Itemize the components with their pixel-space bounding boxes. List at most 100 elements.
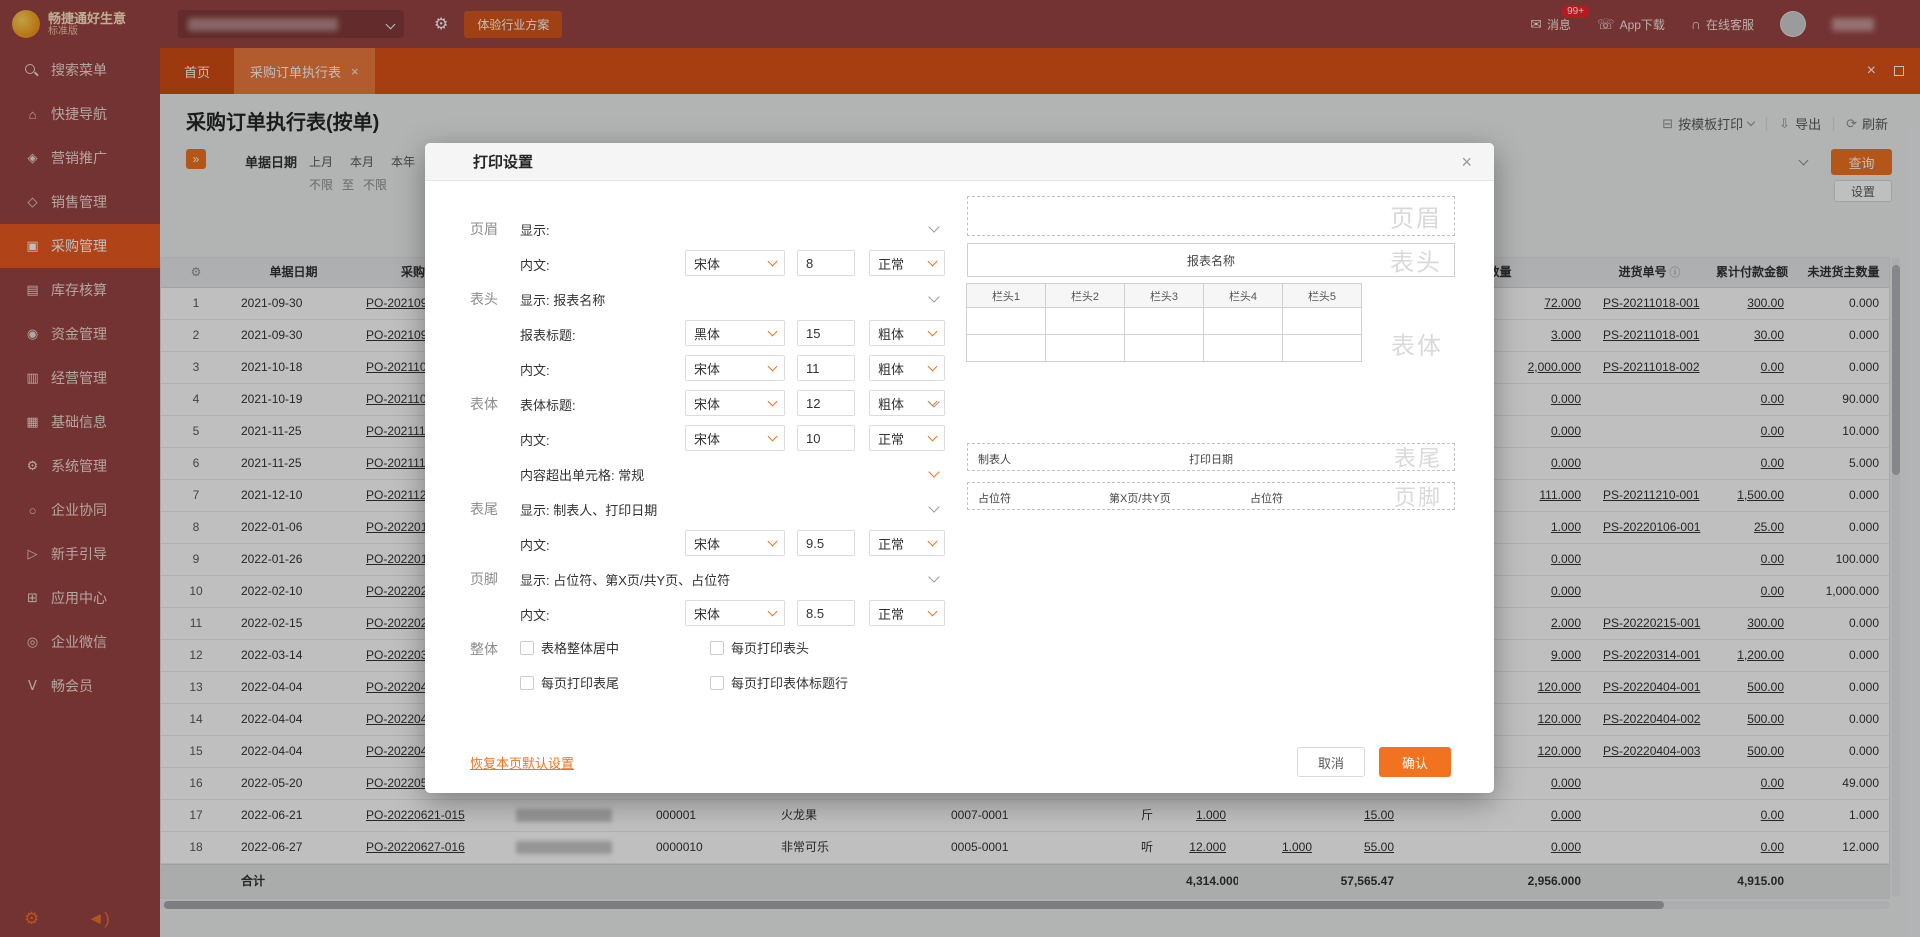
collapse-chevron-icon[interactable] xyxy=(928,571,940,583)
preview-column-header: 栏头2 xyxy=(1045,283,1125,308)
preview-empty-cell xyxy=(966,334,1046,362)
preview-page-info: 第X页/共Y页 xyxy=(1109,493,1171,505)
body-text-label: 内文: xyxy=(520,608,550,623)
collapse-chevron-icon[interactable] xyxy=(928,291,940,303)
font-select[interactable]: 宋体 xyxy=(685,355,785,381)
preview-empty-cell xyxy=(1124,307,1204,335)
checkbox-icon xyxy=(520,675,534,690)
collapse-chevron-icon[interactable] xyxy=(928,501,940,513)
chevron-down-icon xyxy=(767,606,778,616)
preview-empty-cell xyxy=(1045,307,1125,335)
checkbox-print-footer-each-page[interactable]: 每页打印表尾 xyxy=(520,673,619,692)
chevron-down-icon xyxy=(927,431,938,441)
chevron-down-icon xyxy=(927,361,938,371)
font-weight-select[interactable]: 粗体 xyxy=(869,320,945,346)
font-weight-select[interactable]: 正常 xyxy=(869,600,945,626)
overflow-mode-label[interactable]: 内容超出单元格: 常规 xyxy=(520,465,644,484)
body-text-label: 内文: xyxy=(520,258,550,273)
font-select[interactable]: 宋体 xyxy=(685,250,785,276)
dialog-footer: 恢复本页默认设置 取消 确认 xyxy=(470,747,1451,777)
checkbox-center-table[interactable]: 表格整体居中 xyxy=(520,638,619,657)
chevron-down-icon[interactable] xyxy=(928,466,940,478)
section-label-table-header: 表头 xyxy=(470,291,498,307)
font-size-input[interactable]: 8 xyxy=(797,250,855,276)
font-size-input[interactable]: 11 xyxy=(797,355,855,381)
preview-empty-cell xyxy=(1203,334,1283,362)
font-select[interactable]: 宋体 xyxy=(685,530,785,556)
font-select[interactable]: 宋体 xyxy=(685,390,785,416)
app-root: 畅捷通好生意 标准版 ⚙ 体验行业方案 ✉ 消息 99+ ☏ App下载 ∩ 在… xyxy=(0,0,1920,937)
section-label-overall: 整体 xyxy=(470,641,498,657)
font-size-input[interactable]: 8.5 xyxy=(797,600,855,626)
body-text-label: 内文: xyxy=(520,538,550,553)
table-body-watermark: 表体 xyxy=(1391,333,1443,360)
section-label-table-body: 表体 xyxy=(470,396,498,412)
preview-column-header: 栏头3 xyxy=(1124,283,1204,308)
checkbox-print-header-each-page[interactable]: 每页打印表头 xyxy=(710,638,809,657)
preview-empty-cell xyxy=(1282,334,1362,362)
section-label-page-header: 页眉 xyxy=(470,221,498,237)
preview-grid-header-row: 栏头1 栏头2 栏头3 栏头4 栏头5 xyxy=(966,283,1455,308)
preview-empty-cell xyxy=(1282,307,1362,335)
report-title-label: 报表标题: xyxy=(520,328,576,343)
collapse-chevron-icon[interactable] xyxy=(928,221,940,233)
display-label: 显示: 占位符、第X页/共Y页、占位符 xyxy=(520,573,731,588)
font-weight-select[interactable]: 正常 xyxy=(869,530,945,556)
chevron-down-icon xyxy=(767,256,778,266)
page-header-watermark: 页眉 xyxy=(1390,205,1442,233)
reset-defaults-link[interactable]: 恢复本页默认设置 xyxy=(470,753,574,772)
preview-page-header-zone: 页眉 xyxy=(967,196,1455,236)
preview-empty-cell xyxy=(1045,334,1125,362)
chevron-down-icon xyxy=(767,396,778,406)
confirm-button[interactable]: 确认 xyxy=(1379,747,1451,777)
checkbox-icon xyxy=(710,640,724,655)
table-footer-watermark: 表尾 xyxy=(1393,446,1442,471)
cancel-button[interactable]: 取消 xyxy=(1297,747,1365,777)
body-text-label: 内文: xyxy=(520,433,550,448)
preview-table-footer-zone: 制表人 打印日期 表尾 xyxy=(967,443,1455,471)
font-select[interactable]: 宋体 xyxy=(685,425,785,451)
preview-report-name: 报表名称 xyxy=(1186,253,1235,268)
font-weight-select[interactable]: 正常 xyxy=(869,250,945,276)
preview-page-footer-zone: 占位符 第X页/共Y页 占位符 页脚 xyxy=(967,482,1455,510)
checkbox-icon xyxy=(710,675,724,690)
font-size-input[interactable]: 12 xyxy=(797,390,855,416)
preview-table-body-zone: 栏头1 栏头2 栏头3 栏头4 栏头5 表体 xyxy=(966,283,1455,404)
preview-placeholder-left: 占位符 xyxy=(978,493,1011,505)
preview-column-header: 栏头1 xyxy=(966,283,1046,308)
font-size-input[interactable]: 9.5 xyxy=(797,530,855,556)
checkbox-icon xyxy=(520,640,534,655)
page-footer-watermark: 页脚 xyxy=(1393,485,1442,510)
chevron-down-icon xyxy=(767,431,778,441)
font-weight-select[interactable]: 正常 xyxy=(869,425,945,451)
font-size-input[interactable]: 15 xyxy=(797,320,855,346)
checkbox-print-body-title-each-page[interactable]: 每页打印表体标题行 xyxy=(710,673,848,692)
chevron-down-icon xyxy=(767,361,778,371)
preview-column-header: 栏头4 xyxy=(1203,283,1283,308)
dialog-header: 打印设置 × xyxy=(425,143,1494,181)
font-size-input[interactable]: 10 xyxy=(797,425,855,451)
body-text-label: 内文: xyxy=(520,363,550,378)
preview-grid-row xyxy=(966,307,1455,335)
table-header-watermark: 表头 xyxy=(1390,249,1442,277)
chevron-down-icon xyxy=(927,536,938,546)
font-select[interactable]: 黑体 xyxy=(685,320,785,346)
preview-report-title-zone: 报表名称 表头 xyxy=(967,243,1455,277)
preview-column-header: 栏头5 xyxy=(1282,283,1362,308)
preview-empty-cell xyxy=(966,307,1046,335)
preview-empty-cell xyxy=(1124,334,1204,362)
preview-placeholder-right: 占位符 xyxy=(1250,493,1283,505)
section-label-table-footer: 表尾 xyxy=(470,501,498,517)
close-icon[interactable]: × xyxy=(1461,152,1472,173)
display-label: 显示: 报表名称 xyxy=(520,293,606,308)
print-settings-form: 页眉 显示: 内文: 宋体 8 正常 表头 显示: 报表名称 报表标题: 黑体 … xyxy=(425,211,965,701)
font-select[interactable]: 宋体 xyxy=(685,600,785,626)
preview-grid-row xyxy=(966,334,1455,362)
chevron-down-icon xyxy=(927,256,938,266)
body-title-label: 表体标题: xyxy=(520,398,576,413)
display-label: 显示: 制表人、打印日期 xyxy=(520,503,658,518)
section-label-page-footer: 页脚 xyxy=(470,571,498,587)
preview-empty-cell xyxy=(1203,307,1283,335)
preview-print-date-label: 打印日期 xyxy=(1189,454,1233,466)
font-weight-select[interactable]: 粗体 xyxy=(869,355,945,381)
